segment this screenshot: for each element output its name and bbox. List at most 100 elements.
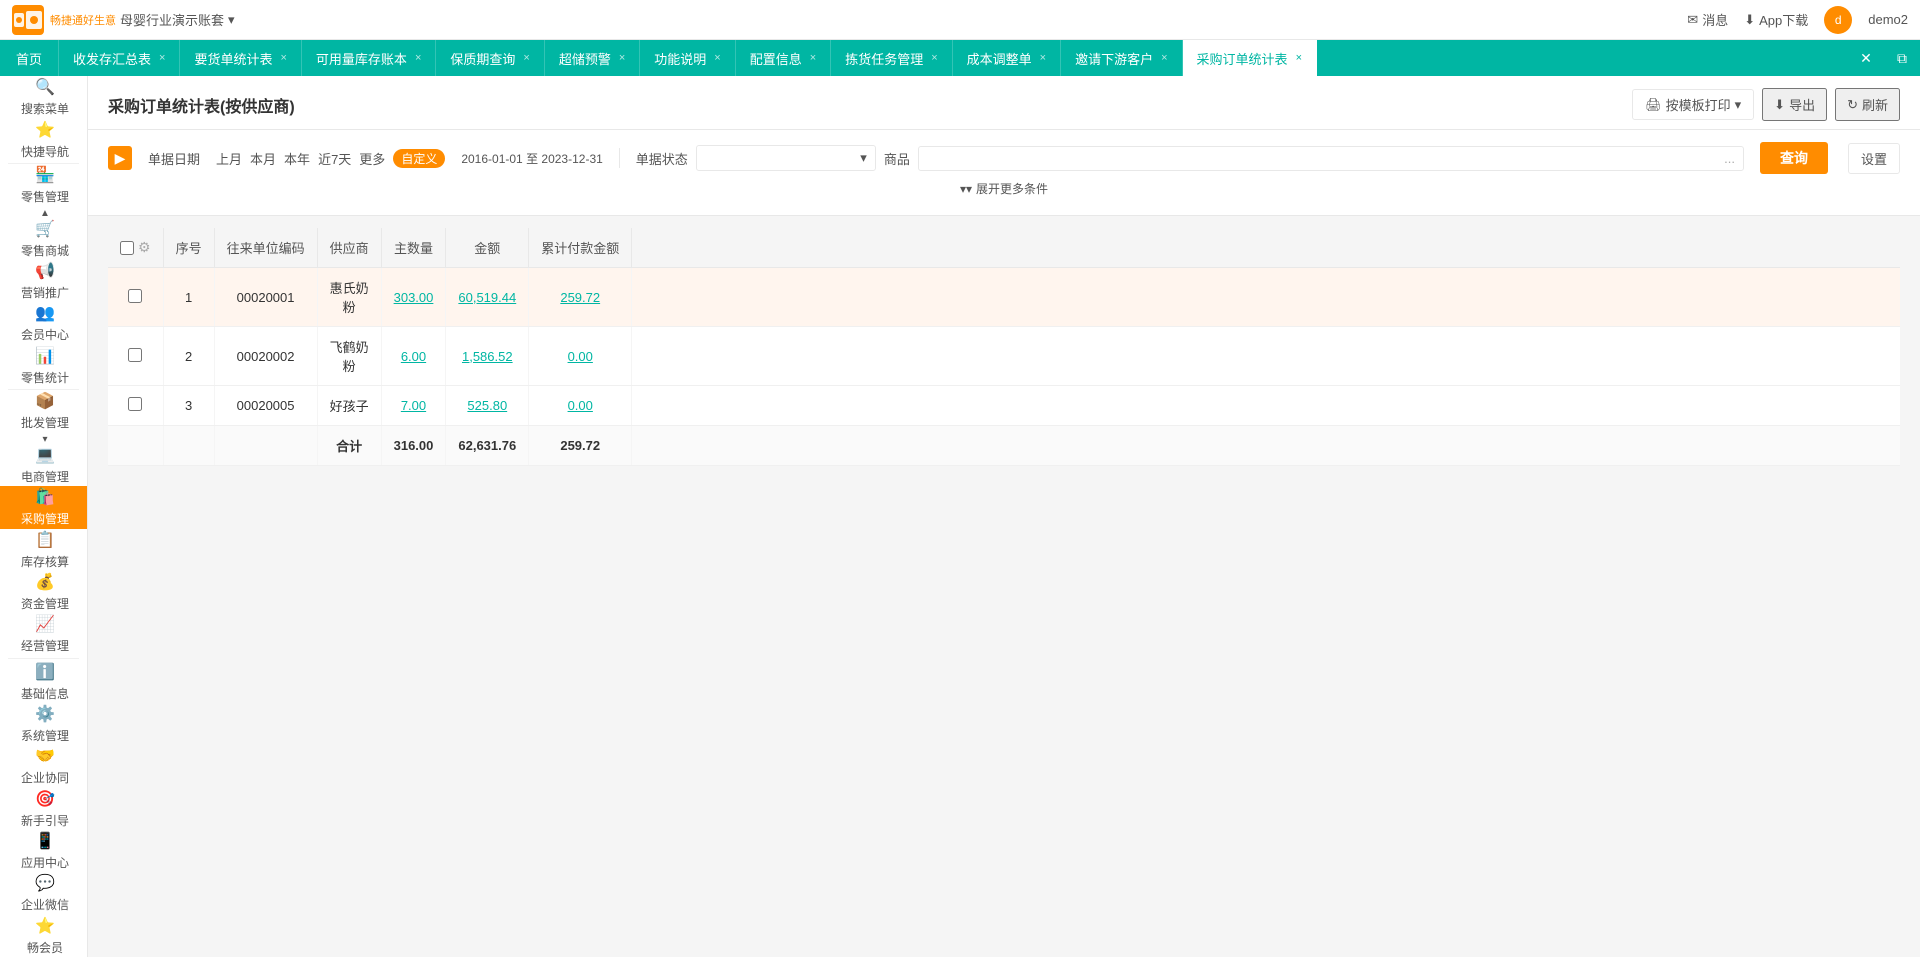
tab-pick-task[interactable]: 拣货任务管理 × <box>831 40 952 76</box>
expand-more-btn[interactable]: ▾▾ 展开更多条件 <box>108 174 1900 203</box>
close-icon[interactable]: × <box>1296 52 1302 64</box>
sidebar-item-wholesale[interactable]: 📦 批发管理 ▾ <box>0 392 87 444</box>
th-qty: 主数量 <box>381 228 446 268</box>
print-button[interactable]: 🖨 按模板打印 ▾ <box>1632 89 1754 120</box>
restore-window-btn[interactable]: ⧉ <box>1884 40 1920 76</box>
page-header: 采购订单统计表(按供应商) 🖨 按模板打印 ▾ ⬇ 导出 ↻ 刷新 <box>88 76 1920 130</box>
sidebar-item-basics[interactable]: ℹ️ 基础信息 <box>0 660 87 702</box>
row-checkbox[interactable] <box>108 386 163 426</box>
sidebar-item-retail-stats[interactable]: 📊 零售统计 <box>0 345 87 387</box>
quick-nav-icon: ⭐ <box>35 120 55 140</box>
close-icon[interactable]: × <box>1161 52 1167 64</box>
sidebar-item-inventory[interactable]: 📋 库存核算 <box>0 529 87 571</box>
sidebar-item-purchase[interactable]: 🛍️ 采购管理 <box>0 486 87 528</box>
sidebar-item-app-center[interactable]: 📱 应用中心 <box>0 830 87 872</box>
avatar-initials: d <box>1835 13 1842 27</box>
footer-empty-check <box>108 426 163 466</box>
sidebar-divider-3 <box>8 658 79 659</box>
row-qty[interactable]: 7.00 <box>381 386 446 426</box>
message-btn[interactable]: ✉ 消息 <box>1687 10 1728 29</box>
tab-purchase-summary[interactable]: 采购订单统计表 × <box>1183 40 1317 76</box>
close-icon[interactable]: × <box>810 52 816 64</box>
export-button[interactable]: ⬇ 导出 <box>1762 88 1827 121</box>
tab-invite-downstream[interactable]: 邀请下游客户 × <box>1061 40 1182 76</box>
tab-function-desc[interactable]: 功能说明 × <box>640 40 735 76</box>
workspace-selector[interactable]: 母婴行业演示账套 ▾ <box>120 10 235 29</box>
close-icon[interactable]: × <box>619 52 625 64</box>
row-paid[interactable]: 0.00 <box>529 386 632 426</box>
members-icon: 👥 <box>35 303 55 323</box>
sidebar-item-retail[interactable]: 🏪 零售管理 ▲ <box>0 166 87 218</box>
page-title: 采购订单统计表(按供应商) <box>108 93 295 117</box>
sidebar-item-members[interactable]: 👥 会员中心 <box>0 302 87 344</box>
row-no: 2 <box>163 327 214 386</box>
select-all-checkbox[interactable] <box>120 241 134 255</box>
sidebar-item-finance[interactable]: 💰 资金管理 <box>0 571 87 613</box>
shortcut-this-year[interactable]: 本年 <box>284 149 310 168</box>
th-extra <box>632 228 1900 268</box>
close-icon[interactable]: × <box>714 52 720 64</box>
sidebar-item-ecommerce[interactable]: 💻 电商管理 <box>0 444 87 486</box>
row-amount[interactable]: 1,586.52 <box>446 327 529 386</box>
sidebar-item-system[interactable]: ⚙️ 系统管理 <box>0 703 87 745</box>
sidebar-item-marketing[interactable]: 📢 营销推广 <box>0 260 87 302</box>
row-paid[interactable]: 259.72 <box>529 268 632 327</box>
custom-date-badge[interactable]: 自定义 <box>393 149 445 168</box>
sidebar-item-search[interactable]: 🔍 搜索菜单 <box>0 76 87 118</box>
avatar: d <box>1824 6 1852 34</box>
tab-expiry-query[interactable]: 保质期查询 × <box>436 40 544 76</box>
tab-cost-adjust[interactable]: 成本调整单 × <box>953 40 1061 76</box>
sidebar-item-basics-label: 基础信息 <box>21 685 69 702</box>
shortcut-more[interactable]: 更多 <box>359 149 385 168</box>
sidebar-item-operations[interactable]: 📈 经营管理 <box>0 613 87 655</box>
close-icon[interactable]: × <box>159 52 165 64</box>
status-select[interactable]: ▾ <box>696 145 876 171</box>
close-icon[interactable]: × <box>931 52 937 64</box>
th-checkbox: ⚙ <box>108 228 163 268</box>
filter-toggle-button[interactable]: ▶ <box>108 146 132 170</box>
column-settings-icon[interactable]: ⚙ <box>138 239 151 256</box>
row-amount[interactable]: 525.80 <box>446 386 529 426</box>
tab-overstock-warning[interactable]: 超储预警 × <box>545 40 640 76</box>
date-range-display: 2016-01-01 至 2023-12-31 <box>461 150 602 167</box>
tab-invite-downstream-label: 邀请下游客户 <box>1075 49 1153 68</box>
username[interactable]: demo2 <box>1868 12 1908 27</box>
sidebar-item-enterprise-coop[interactable]: 🤝 企业协同 <box>0 745 87 787</box>
date-range-text: 2016-01-01 至 2023-12-31 <box>461 150 602 167</box>
query-button[interactable]: 查询 <box>1760 142 1828 174</box>
close-icon[interactable]: × <box>415 52 421 64</box>
sidebar-item-enterprise-wechat[interactable]: 💬 企业微信 <box>0 872 87 914</box>
settings-button[interactable]: 设置 <box>1848 143 1900 174</box>
footer-empty-no <box>163 426 214 466</box>
tab-home[interactable]: 首页 <box>0 40 59 76</box>
close-icon[interactable]: × <box>280 52 286 64</box>
sidebar-item-retail-mall-label: 零售商城 <box>21 242 69 259</box>
row-supplier: 飞鹤奶粉 <box>317 327 381 386</box>
shortcut-this-month[interactable]: 本月 <box>250 149 276 168</box>
th-amount: 金额 <box>446 228 529 268</box>
tab-config-info[interactable]: 配置信息 × <box>736 40 831 76</box>
tab-receive-summary[interactable]: 收发存汇总表 × <box>59 40 180 76</box>
shortcut-last-month[interactable]: 上月 <box>216 149 242 168</box>
sidebar-item-new-guide[interactable]: 🎯 新手引导 <box>0 787 87 829</box>
sidebar: 🔍 搜索菜单 ⭐ 快捷导航 🏪 零售管理 ▲ 🛒 零售商城 📢 营销推广 👥 会… <box>0 76 88 957</box>
goods-input[interactable]: ... <box>918 146 1744 171</box>
row-checkbox[interactable] <box>108 327 163 386</box>
close-icon[interactable]: × <box>1040 52 1046 64</box>
close-icon[interactable]: × <box>523 52 529 64</box>
row-checkbox[interactable] <box>108 268 163 327</box>
shortcut-7-days[interactable]: 近7天 <box>318 149 351 168</box>
sidebar-item-quick-nav[interactable]: ⭐ 快捷导航 <box>0 118 87 160</box>
refresh-button[interactable]: ↻ 刷新 <box>1835 88 1900 121</box>
sidebar-item-retail-mall[interactable]: 🛒 零售商城 <box>0 218 87 260</box>
row-amount[interactable]: 60,519.44 <box>446 268 529 327</box>
row-qty[interactable]: 303.00 <box>381 268 446 327</box>
sidebar-item-member[interactable]: ⭐ 畅会员 <box>0 915 87 957</box>
app-download-btn[interactable]: ⬇ App下载 <box>1744 10 1808 29</box>
tab-order-summary[interactable]: 要货单统计表 × <box>180 40 301 76</box>
row-qty[interactable]: 6.00 <box>381 327 446 386</box>
tab-available-stock[interactable]: 可用量库存账本 × <box>302 40 436 76</box>
tab-overstock-warning-label: 超储预警 <box>559 49 611 68</box>
row-paid[interactable]: 0.00 <box>529 327 632 386</box>
close-window-btn[interactable]: ✕ <box>1848 40 1884 76</box>
